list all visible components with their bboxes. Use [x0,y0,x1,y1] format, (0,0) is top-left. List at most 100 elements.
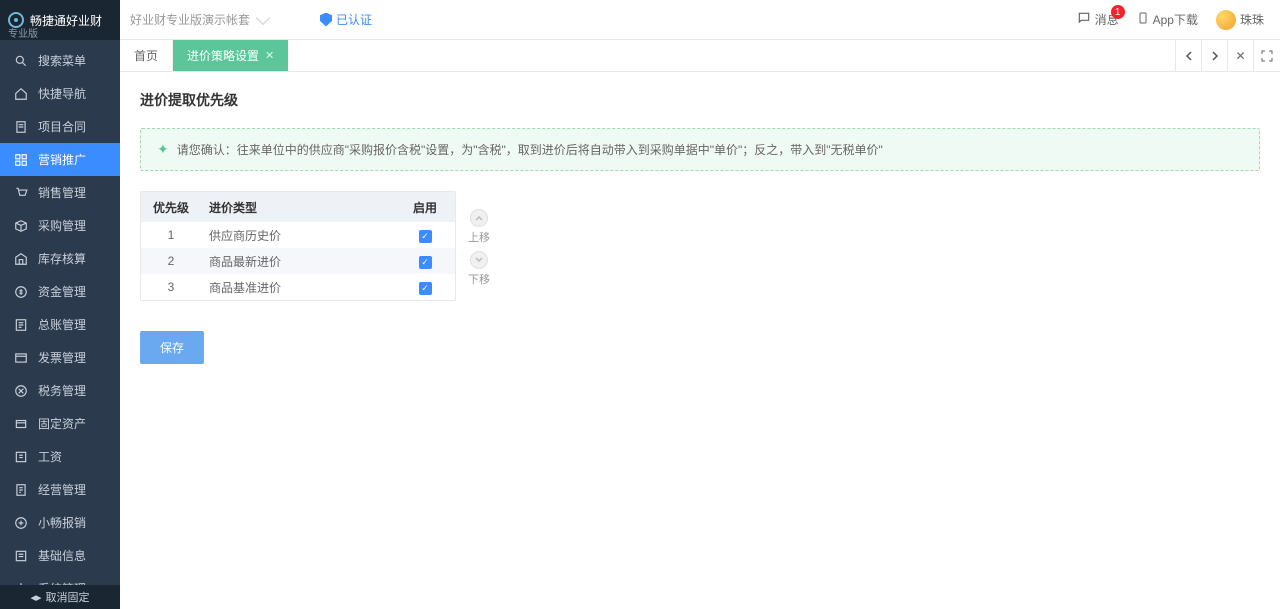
sidebar-item-label: 资金管理 [38,283,86,300]
save-button[interactable]: 保存 [140,331,204,364]
close-icon[interactable]: ✕ [265,49,274,62]
checkbox[interactable]: ✓ [419,230,432,243]
expand-icon [1261,50,1273,62]
org-name: 好业财专业版演示帐套 [130,11,250,28]
app-download-button[interactable]: App下载 [1137,11,1198,28]
tab-home-label: 首页 [134,47,158,64]
ledger-icon [14,318,28,332]
messages-button[interactable]: 消息 1 [1077,11,1119,28]
main: 好业财专业版演示帐套 已认证 消息 1 [120,0,1280,609]
sidebar-item-label: 基础信息 [38,547,86,564]
sidebar-item-0[interactable]: 搜索菜单 [0,44,120,77]
table-row[interactable]: 3商品基准进价✓ [141,274,455,300]
col-enable: 启用 [395,199,455,216]
table-body: 1供应商历史价✓2商品最新进价✓3商品基准进价✓ [141,222,455,300]
sidebar-item-label: 快捷导航 [38,85,86,102]
sidebar-item-8[interactable]: 总账管理 [0,308,120,341]
sidebar-item-7[interactable]: 资金管理 [0,275,120,308]
salary-icon [14,450,28,464]
fullscreen-button[interactable] [1254,40,1280,72]
move-controls: 上移 下移 [468,191,490,287]
grid-icon [14,153,28,167]
col-type: 进价类型 [201,199,395,216]
biz-icon [14,483,28,497]
sidebar-item-12[interactable]: 工资 [0,440,120,473]
sidebar-item-16[interactable]: 系统管理 [0,572,120,585]
table-row[interactable]: 1供应商历史价✓ [141,222,455,248]
tabs: 首页 进价策略设置 ✕ [120,40,288,71]
user-name: 珠珠 [1240,11,1264,28]
box-icon [14,219,28,233]
tab-price-strategy[interactable]: 进价策略设置 ✕ [173,40,288,71]
tab-bar: 首页 进价策略设置 ✕ ✕ [120,40,1280,72]
caret-right-icon [1211,51,1219,61]
cell-priority: 1 [141,228,201,242]
sidebar-item-1[interactable]: 快捷导航 [0,77,120,110]
checkbox[interactable]: ✓ [419,256,432,269]
sidebar-item-label: 销售管理 [38,184,86,201]
tax-icon [14,384,28,398]
app-download-label: App下载 [1153,11,1198,28]
search-icon [14,54,28,68]
avatar-icon [1216,10,1236,30]
sidebar-item-label: 经营管理 [38,481,86,498]
col-priority: 优先级 [141,199,201,216]
info-icon [14,549,28,563]
move-up-button[interactable] [470,209,488,227]
sidebar-item-5[interactable]: 采购管理 [0,209,120,242]
pin-icon: ◂▸ [30,591,41,604]
brand-edition: 专业版 [8,25,38,40]
sidebar-item-4[interactable]: 销售管理 [0,176,120,209]
sidebar-item-3[interactable]: 营销推广 [0,143,120,176]
sidebar-item-10[interactable]: 税务管理 [0,374,120,407]
sparkle-icon: ✦ [157,141,169,158]
caret-left-icon [1185,51,1193,61]
asset-icon [14,417,28,431]
sidebar-item-9[interactable]: 发票管理 [0,341,120,374]
sidebar-item-2[interactable]: 项目合同 [0,110,120,143]
sidebar-item-11[interactable]: 固定资产 [0,407,120,440]
tab-prev-button[interactable] [1176,40,1202,72]
reimburse-icon [14,516,28,530]
cell-type: 商品最新进价 [201,253,395,270]
checkbox[interactable]: ✓ [419,282,432,295]
close-icon: ✕ [1235,49,1245,63]
sidebar-item-label: 库存核算 [38,250,86,267]
page-title: 进价提取优先级 [140,90,1260,110]
sidebar-pin-toggle[interactable]: ◂▸ 取消固定 [0,585,120,609]
sidebar-item-13[interactable]: 经营管理 [0,473,120,506]
top-actions: 消息 1 App下载 珠珠 [1077,10,1270,30]
chevron-down-icon [256,10,270,24]
table-row[interactable]: 2商品最新进价✓ [141,248,455,274]
tab-home[interactable]: 首页 [120,40,173,71]
pin-label: 取消固定 [46,589,90,605]
cell-enable: ✓ [395,280,455,295]
content: 进价提取优先级 ✦ 请您确认：往来单位中的供应商"采购报价含税"设置，为"含税"… [120,72,1280,609]
top-bar: 好业财专业版演示帐套 已认证 消息 1 [120,0,1280,40]
verified-badge[interactable]: 已认证 [320,11,372,28]
sidebar-item-label: 搜索菜单 [38,52,86,69]
org-selector[interactable]: 好业财专业版演示帐套 [130,11,310,28]
sidebar-item-label: 发票管理 [38,349,86,366]
cell-priority: 3 [141,280,201,294]
move-down-label: 下移 [468,271,490,287]
user-menu[interactable]: 珠珠 [1216,10,1264,30]
cell-enable: ✓ [395,228,455,243]
phone-icon [1137,11,1149,28]
tab-active-label: 进价策略设置 [187,47,259,64]
sidebar-item-6[interactable]: 库存核算 [0,242,120,275]
sidebar-item-label: 固定资产 [38,415,86,432]
message-icon [1077,11,1091,28]
tab-next-button[interactable] [1202,40,1228,72]
sidebar-item-label: 总账管理 [38,316,86,333]
sidebar-item-15[interactable]: 基础信息 [0,539,120,572]
move-down-button[interactable] [470,251,488,269]
sidebar-item-14[interactable]: 小畅报销 [0,506,120,539]
messages-badge: 1 [1111,5,1125,19]
doc-icon [14,120,28,134]
alert-text: 请您确认：往来单位中的供应商"采购报价含税"设置，为"含税"，取到进价后将自动带… [177,141,883,158]
home-icon [14,87,28,101]
sidebar-item-label: 工资 [38,448,62,465]
tab-close-all-button[interactable]: ✕ [1228,40,1254,72]
table-header: 优先级 进价类型 启用 [141,192,455,222]
